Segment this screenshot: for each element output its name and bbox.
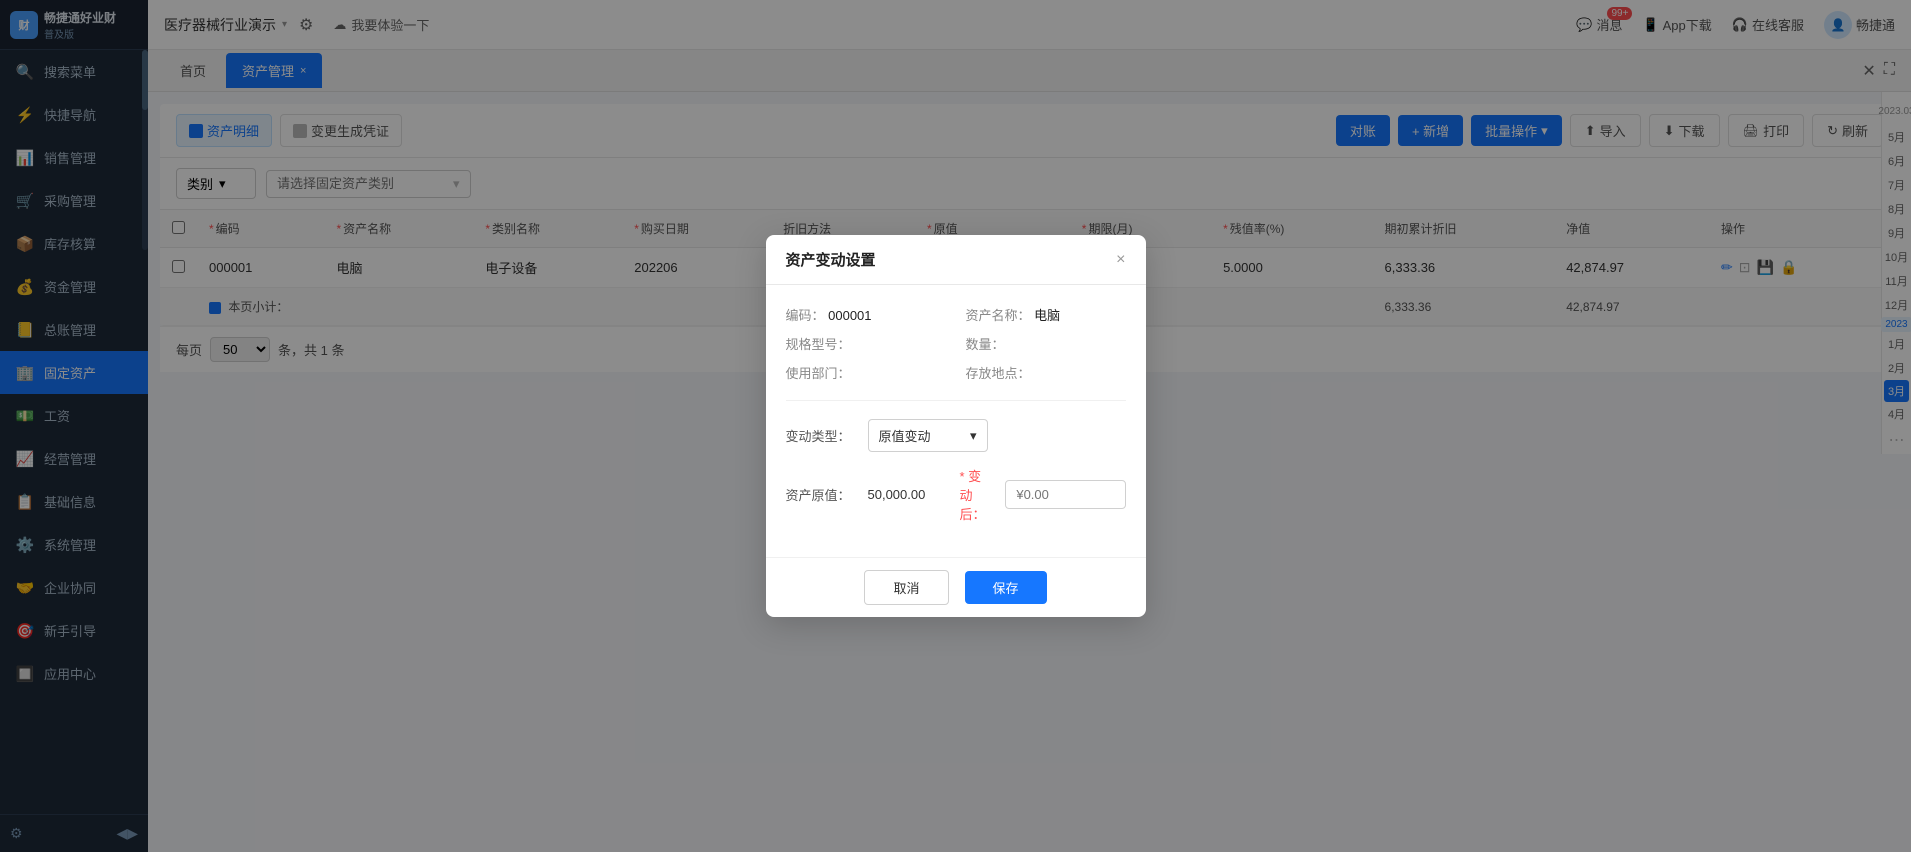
- change-type-arrow-icon: ▾: [970, 428, 977, 444]
- cancel-btn[interactable]: 取消: [864, 570, 948, 605]
- change-type-value: 原值变动: [879, 426, 931, 445]
- after-label: * 变动后：: [960, 466, 994, 523]
- modal-name-value: 电脑: [1034, 308, 1060, 323]
- modal-header: 资产变动设置 ×: [766, 235, 1146, 285]
- modal-quantity-item: 数量：: [966, 334, 1126, 353]
- modal-overlay[interactable]: 资产变动设置 × 编码： 000001 资产名称： 电脑 规格型号： 数量：: [0, 0, 1911, 852]
- modal-footer: 取消 保存: [766, 557, 1146, 617]
- after-value-input[interactable]: [1005, 480, 1125, 509]
- modal-code-value: 000001: [828, 308, 871, 323]
- save-btn[interactable]: 保存: [965, 571, 1047, 604]
- modal-dept-label: 使用部门：: [786, 366, 851, 381]
- modal-close-icon[interactable]: ×: [1116, 251, 1125, 269]
- modal-location-label: 存放地点：: [966, 366, 1031, 381]
- modal-dept-item: 使用部门：: [786, 363, 946, 382]
- modal-name-item: 资产名称： 电脑: [966, 305, 1126, 324]
- modal-divider: [786, 400, 1126, 401]
- cancel-label: 取消: [893, 581, 919, 596]
- save-label: 保存: [993, 581, 1019, 596]
- change-type-row: 变动类型： 原值变动 ▾: [786, 419, 1126, 452]
- modal-spec-label: 规格型号：: [786, 337, 851, 352]
- original-value-label: 资产原值：: [786, 485, 856, 504]
- asset-change-modal: 资产变动设置 × 编码： 000001 资产名称： 电脑 规格型号： 数量：: [766, 235, 1146, 617]
- change-type-label: 变动类型：: [786, 426, 856, 445]
- change-type-select[interactable]: 原值变动 ▾: [868, 419, 988, 452]
- modal-quantity-label: 数量：: [966, 337, 1005, 352]
- modal-spec-item: 规格型号：: [786, 334, 946, 353]
- modal-location-item: 存放地点：: [966, 363, 1126, 382]
- modal-code-label: 编码：: [786, 308, 825, 323]
- modal-body: 编码： 000001 资产名称： 电脑 规格型号： 数量： 使用部门：: [766, 285, 1146, 557]
- modal-info-grid: 编码： 000001 资产名称： 电脑 规格型号： 数量： 使用部门：: [786, 305, 1126, 382]
- modal-code-item: 编码： 000001: [786, 305, 946, 324]
- modal-name-label: 资产名称：: [966, 308, 1031, 323]
- modal-title: 资产变动设置: [786, 249, 876, 270]
- value-row: 资产原值： 50,000.00 * 变动后：: [786, 466, 1126, 523]
- original-value-static: 50,000.00: [868, 487, 948, 502]
